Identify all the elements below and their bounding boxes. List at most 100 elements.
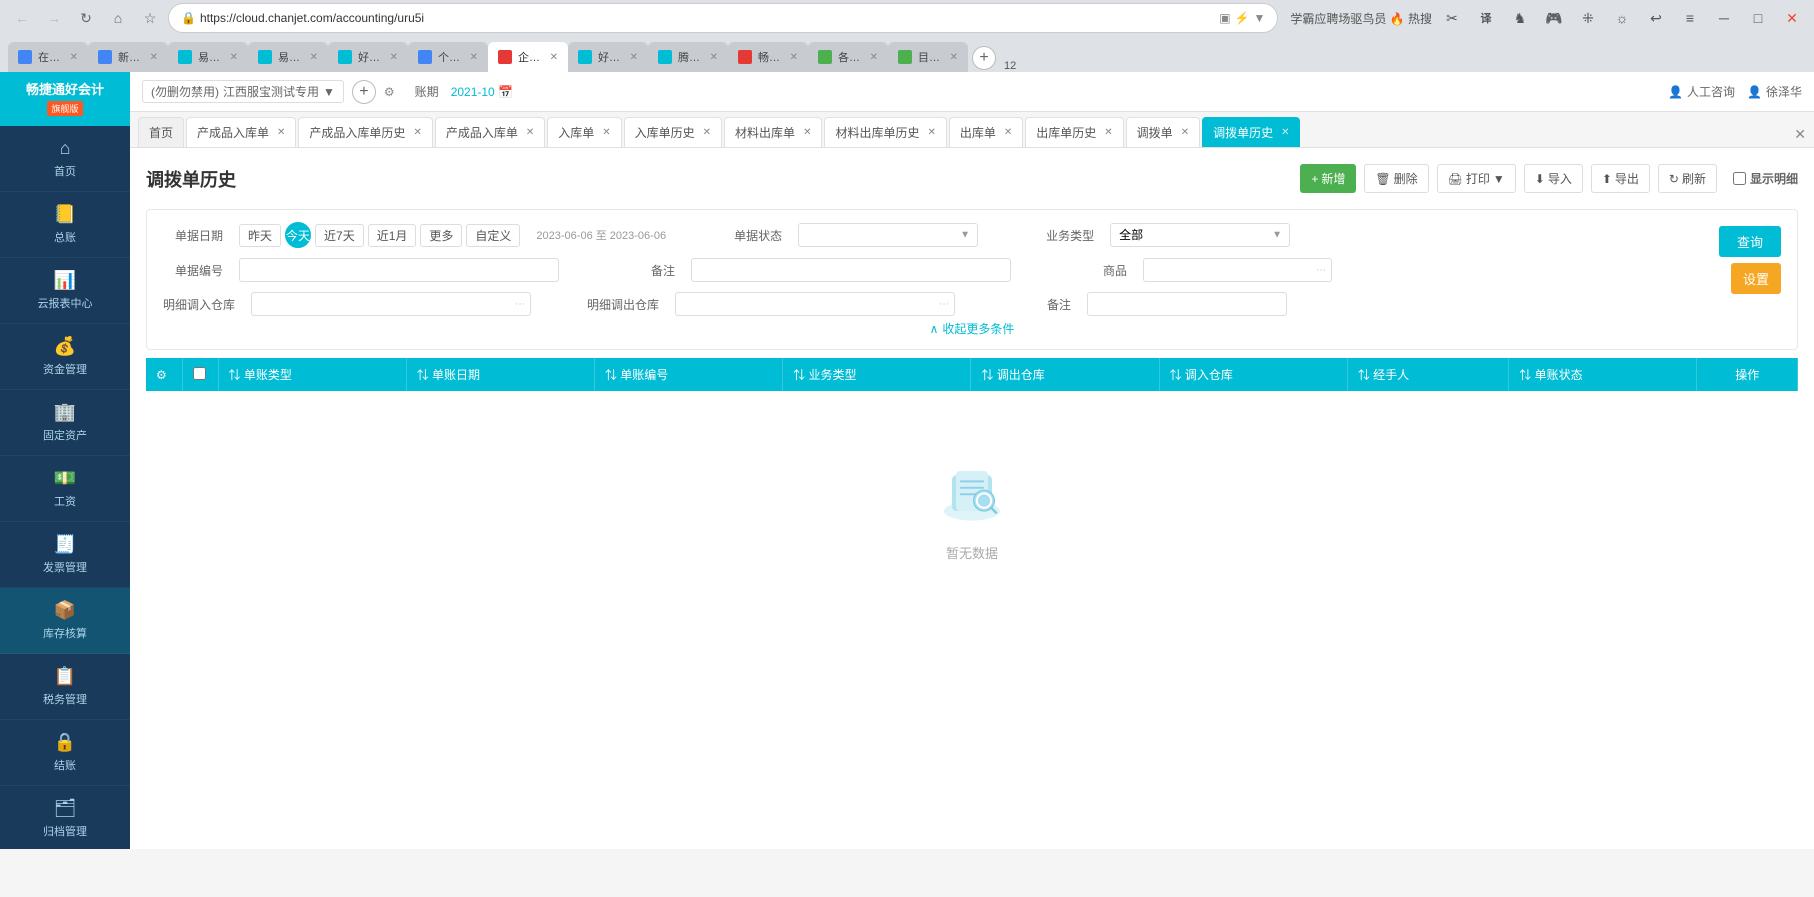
tab-product-in-close[interactable]: ✕: [277, 127, 285, 138]
delete-button[interactable]: 🗑 删除: [1364, 164, 1428, 193]
query-button[interactable]: 查询: [1719, 226, 1781, 257]
tab-close-4[interactable]: ✕: [310, 52, 318, 63]
tab-material-out-history-close[interactable]: ✕: [927, 127, 935, 138]
sidebar-item-close[interactable]: 🔒 结账: [0, 720, 130, 786]
display-cols-toggle[interactable]: 显示明细: [1733, 170, 1798, 187]
th-in-warehouse[interactable]: ⇅ 调入仓库: [1159, 358, 1347, 391]
date-btn-today[interactable]: 今天: [285, 222, 311, 248]
sidebar-item-archive[interactable]: 🗂 归档管理: [0, 786, 130, 849]
date-btn-more[interactable]: 更多: [420, 224, 462, 247]
browser-tab-4[interactable]: 易… ✕: [248, 42, 328, 72]
detail-out-dots-btn[interactable]: ···: [939, 299, 949, 310]
biz-type-select[interactable]: 全部: [1110, 223, 1290, 247]
tab-bar-close-btn[interactable]: ✕: [1794, 126, 1806, 143]
refresh-button[interactable]: ↻: [72, 4, 100, 32]
browser-tab-8[interactable]: 好… ✕: [568, 42, 648, 72]
browser-tab-10[interactable]: 畅… ✕: [728, 42, 808, 72]
th-handler[interactable]: ⇅ 经手人: [1347, 358, 1508, 391]
sidebar-item-inventory[interactable]: 📦 库存核算: [0, 588, 130, 654]
tab-close-2[interactable]: ✕: [150, 52, 158, 63]
tab-product-in-2-close[interactable]: ✕: [526, 127, 534, 138]
new-tab-button[interactable]: +: [972, 46, 996, 70]
tab-product-in[interactable]: 产成品入库单 ✕: [186, 117, 296, 147]
export-button[interactable]: ⬆ 导出: [1591, 164, 1650, 193]
tab-in-order[interactable]: 入库单 ✕: [547, 117, 621, 147]
sidebar-item-reports[interactable]: 📊 云报表中心: [0, 258, 130, 324]
maximize-btn[interactable]: □: [1744, 4, 1772, 32]
period-value[interactable]: 2021-10 📅: [451, 85, 513, 99]
shield-icon[interactable]: ♞: [1506, 4, 1534, 32]
th-order-no[interactable]: ⇅ 单账编号: [594, 358, 782, 391]
th-order-date[interactable]: ⇅ 单账日期: [406, 358, 594, 391]
tab-out-order-history[interactable]: 出库单历史 ✕: [1025, 117, 1123, 147]
home-button[interactable]: ⌂: [104, 4, 132, 32]
tab-transfer-history-close[interactable]: ✕: [1281, 127, 1289, 138]
sidebar-item-invoice[interactable]: 🧾 发票管理: [0, 522, 130, 588]
tab-material-out-history[interactable]: 材料出库单历史 ✕: [824, 117, 946, 147]
tab-close-8[interactable]: ✕: [630, 52, 638, 63]
tab-in-order-close[interactable]: ✕: [602, 127, 610, 138]
tab-home[interactable]: 首页: [138, 117, 184, 147]
tab-in-order-history[interactable]: 入库单历史 ✕: [624, 117, 722, 147]
th-order-type[interactable]: ⇅ 单账类型: [218, 358, 406, 391]
tab-close-9[interactable]: ✕: [710, 52, 718, 63]
detail-in-dots-btn[interactable]: ···: [515, 299, 525, 310]
tab-product-in-history[interactable]: 产成品入库单历史 ✕: [298, 117, 432, 147]
order-no-input[interactable]: [239, 258, 559, 282]
translate-icon[interactable]: 译: [1472, 4, 1500, 32]
print-button[interactable]: 🖨 打印 ▼: [1437, 164, 1516, 193]
tab-in-order-history-close[interactable]: ✕: [703, 127, 711, 138]
sidebar-item-salary[interactable]: 💵 工资: [0, 456, 130, 522]
new-button[interactable]: + 新增: [1300, 164, 1356, 193]
tab-transfer-history[interactable]: 调拨单历史 ✕: [1202, 117, 1300, 147]
game-icon[interactable]: 🎮: [1540, 4, 1568, 32]
sidebar-item-tax[interactable]: 📋 税务管理: [0, 654, 130, 720]
browser-tab-2[interactable]: 新… ✕: [88, 42, 168, 72]
add-company-button[interactable]: +: [352, 80, 376, 104]
status-select[interactable]: 全部 待审核 已审核 已作废: [798, 223, 978, 247]
tab-close-11[interactable]: ✕: [870, 52, 878, 63]
select-all-checkbox[interactable]: [193, 367, 206, 380]
tab-material-out[interactable]: 材料出库单 ✕: [724, 117, 822, 147]
tab-product-in-2[interactable]: 产成品入库单 ✕: [435, 117, 545, 147]
th-checkbox[interactable]: [182, 358, 218, 391]
tab-close-6[interactable]: ✕: [470, 52, 478, 63]
tab-transfer[interactable]: 调拨单 ✕: [1126, 117, 1200, 147]
tab-close-1[interactable]: ✕: [70, 52, 78, 63]
browser-tab-1[interactable]: 在… ✕: [8, 42, 88, 72]
th-out-warehouse[interactable]: ⇅ 调出仓库: [971, 358, 1159, 391]
browser-tab-11[interactable]: 各… ✕: [808, 42, 888, 72]
date-btn-7days[interactable]: 近7天: [315, 224, 364, 247]
remark2-input[interactable]: [1087, 292, 1287, 316]
tab-close-3[interactable]: ✕: [230, 52, 238, 63]
browser-tab-6[interactable]: 个… ✕: [408, 42, 488, 72]
refresh-button-page[interactable]: ↻ 刷新: [1658, 164, 1717, 193]
tab-close-7[interactable]: ✕: [550, 52, 558, 63]
tab-out-order[interactable]: 出库单 ✕: [949, 117, 1023, 147]
settings-gear-icon[interactable]: ⚙: [384, 85, 395, 99]
tab-out-order-history-close[interactable]: ✕: [1104, 127, 1112, 138]
minimize-btn[interactable]: ─: [1710, 4, 1738, 32]
import-button[interactable]: ⬇ 导入: [1524, 164, 1583, 193]
tab-out-order-close[interactable]: ✕: [1004, 127, 1012, 138]
close-btn[interactable]: ✕: [1778, 4, 1806, 32]
browser-tab-9[interactable]: 腾… ✕: [648, 42, 728, 72]
company-selector[interactable]: (勿删勿禁用) 江西服宝测试专用 ▼: [142, 80, 344, 103]
scissors-icon[interactable]: ✂: [1438, 4, 1466, 32]
grid-icon[interactable]: ⁜: [1574, 4, 1602, 32]
sidebar-item-home[interactable]: ⌂ 首页: [0, 126, 130, 192]
browser-tab-12[interactable]: 目… ✕: [888, 42, 968, 72]
sidebar-item-assets[interactable]: 🏢 固定资产: [0, 390, 130, 456]
date-btn-yesterday[interactable]: 昨天: [239, 224, 281, 247]
tab-product-in-history-close[interactable]: ✕: [413, 127, 421, 138]
th-settings[interactable]: ⚙: [146, 358, 182, 391]
browser-tab-3[interactable]: 易… ✕: [168, 42, 248, 72]
th-order-status[interactable]: ⇅ 单账状态: [1509, 358, 1697, 391]
tab-close-10[interactable]: ✕: [790, 52, 798, 63]
tab-material-out-close[interactable]: ✕: [803, 127, 811, 138]
menu-icon[interactable]: ≡: [1676, 4, 1704, 32]
th-biz-type[interactable]: ⇅ 业务类型: [783, 358, 971, 391]
star-button[interactable]: ☆: [136, 4, 164, 32]
goods-dots-btn[interactable]: ···: [1316, 265, 1326, 276]
undo-icon[interactable]: ↩: [1642, 4, 1670, 32]
